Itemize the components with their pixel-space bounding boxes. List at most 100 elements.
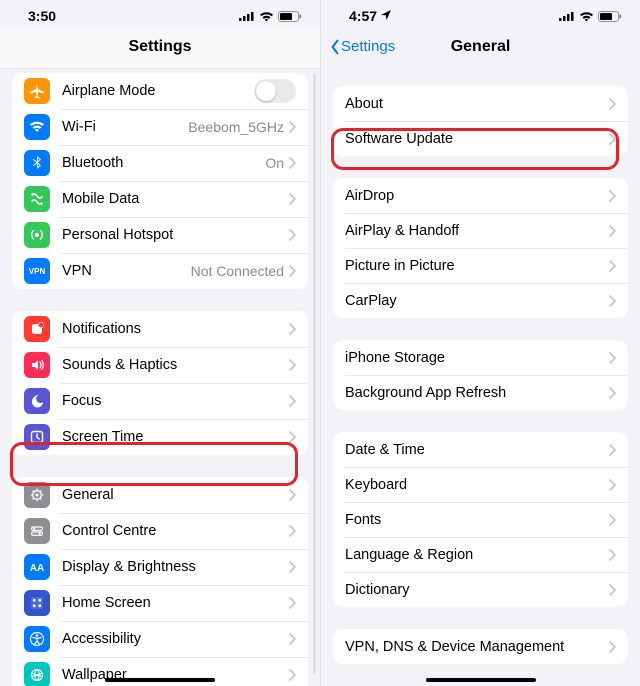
settings-group: iPhone Storage Background App Refresh — [333, 340, 628, 410]
row-label: VPN — [62, 263, 191, 279]
row-label: CarPlay — [345, 293, 608, 309]
row-bluetooth[interactable]: BluetoothOn — [12, 145, 308, 181]
chevron-right-icon — [608, 584, 616, 596]
row-general[interactable]: General — [12, 477, 308, 513]
chevron-right-icon — [608, 479, 616, 491]
row-airdrop[interactable]: AirDrop — [333, 178, 628, 213]
chevron-right-icon — [288, 323, 296, 335]
row-date-time[interactable]: Date & Time — [333, 432, 628, 467]
row-language-region[interactable]: Language & Region — [333, 537, 628, 572]
row-notifications[interactable]: Notifications — [12, 311, 308, 347]
header: Settings — [0, 28, 320, 69]
chevron-right-icon — [608, 352, 616, 364]
hotspot-icon — [24, 222, 50, 248]
row-label: Notifications — [62, 321, 288, 337]
row-label: Bluetooth — [62, 155, 265, 171]
row-label: Airplane Mode — [62, 83, 254, 99]
chevron-right-icon — [288, 525, 296, 537]
row-label: About — [345, 96, 608, 112]
bluetooth-icon — [24, 150, 50, 176]
chevron-right-icon — [288, 121, 296, 133]
row-label: AirPlay & Handoff — [345, 223, 608, 239]
row-label: Focus — [62, 393, 288, 409]
battery-icon — [278, 11, 302, 22]
row-personal-hotspot[interactable]: Personal Hotspot — [12, 217, 308, 253]
chevron-right-icon — [288, 265, 296, 277]
row-label: Date & Time — [345, 442, 608, 458]
row-label: Display & Brightness — [62, 559, 288, 575]
settings-group: General Control Centre AADisplay & Brightn… — [12, 477, 308, 686]
wifi-icon — [259, 11, 274, 22]
toggle[interactable] — [254, 79, 296, 103]
row-label: Control Centre — [62, 523, 288, 539]
row-value: On — [265, 155, 284, 171]
settings-group: Notifications Sounds & Haptics Focus Screen… — [12, 311, 308, 455]
chevron-right-icon — [608, 295, 616, 307]
chevron-right-icon — [608, 444, 616, 456]
status-icons — [239, 11, 302, 22]
row-vpn[interactable]: VPNVPNNot Connected — [12, 253, 308, 289]
accessibility-icon — [24, 626, 50, 652]
row-iphone-storage[interactable]: iPhone Storage — [333, 340, 628, 375]
chevron-right-icon — [288, 561, 296, 573]
row-label: Accessibility — [62, 631, 288, 647]
row-airplane-mode[interactable]: Airplane Mode — [12, 73, 308, 109]
row-control-centre[interactable]: Control Centre — [12, 513, 308, 549]
chevron-left-icon — [329, 39, 341, 55]
row-label: iPhone Storage — [345, 350, 608, 366]
chevron-right-icon — [608, 641, 616, 653]
home-indicator[interactable] — [426, 678, 536, 682]
row-label: Language & Region — [345, 547, 608, 563]
settings-group: About Software Update — [333, 86, 628, 156]
row-label: Mobile Data — [62, 191, 288, 207]
mobiledata-icon — [24, 186, 50, 212]
row-value: Not Connected — [191, 263, 284, 279]
row-home-screen[interactable]: Home Screen — [12, 585, 308, 621]
general-list[interactable]: About Software Update AirDrop AirPlay & Han… — [321, 68, 640, 686]
row-sounds-haptics[interactable]: Sounds & Haptics — [12, 347, 308, 383]
chevron-right-icon — [288, 669, 296, 681]
row-picture-in-picture[interactable]: Picture in Picture — [333, 248, 628, 283]
row-label: General — [62, 487, 288, 503]
status-time: 4:57 — [349, 8, 391, 24]
chevron-right-icon — [608, 387, 616, 399]
row-dictionary[interactable]: Dictionary — [333, 572, 628, 607]
chevron-right-icon — [608, 514, 616, 526]
settings-list[interactable]: Airplane ModeWi-FiBeebom_5GHzBluetoothOn… — [0, 69, 320, 686]
row-wi-fi[interactable]: Wi-FiBeebom_5GHz — [12, 109, 308, 145]
row-vpn-dns-device-management[interactable]: VPN, DNS & Device Management — [333, 629, 628, 664]
row-focus[interactable]: Focus — [12, 383, 308, 419]
row-label: VPN, DNS & Device Management — [345, 639, 608, 655]
sounds-icon — [24, 352, 50, 378]
back-button[interactable]: Settings — [329, 38, 395, 55]
row-carplay[interactable]: CarPlay — [333, 283, 628, 318]
row-display-brightness[interactable]: AADisplay & Brightness — [12, 549, 308, 585]
settings-group: Date & Time Keyboard Fonts Language & Regio… — [333, 432, 628, 607]
row-label: Keyboard — [345, 477, 608, 493]
back-label: Settings — [341, 38, 395, 55]
row-software-update[interactable]: Software Update — [333, 121, 628, 156]
battery-icon — [598, 11, 622, 22]
settings-screen: 3:50 Settings Airplane ModeWi-FiBeebom_5… — [0, 0, 320, 686]
row-label: Wi-Fi — [62, 119, 188, 135]
home-indicator[interactable] — [105, 678, 215, 682]
chevron-right-icon — [288, 489, 296, 501]
cellular-icon — [559, 11, 575, 21]
row-background-app-refresh[interactable]: Background App Refresh — [333, 375, 628, 410]
chevron-right-icon — [288, 633, 296, 645]
row-mobile-data[interactable]: Mobile Data — [12, 181, 308, 217]
vpn-icon: VPN — [24, 258, 50, 284]
row-label: Fonts — [345, 512, 608, 528]
page-title: General — [451, 38, 511, 55]
settings-group: Airplane ModeWi-FiBeebom_5GHzBluetoothOn… — [12, 73, 308, 289]
row-airplay-handoff[interactable]: AirPlay & Handoff — [333, 213, 628, 248]
svg-text:VPN: VPN — [29, 267, 45, 276]
scrollbar[interactable] — [313, 74, 316, 674]
row-about[interactable]: About — [333, 86, 628, 121]
row-accessibility[interactable]: Accessibility — [12, 621, 308, 657]
wifi-icon — [24, 114, 50, 140]
row-screen-time[interactable]: Screen Time — [12, 419, 308, 455]
row-keyboard[interactable]: Keyboard — [333, 467, 628, 502]
row-fonts[interactable]: Fonts — [333, 502, 628, 537]
page-title: Settings — [128, 38, 191, 55]
